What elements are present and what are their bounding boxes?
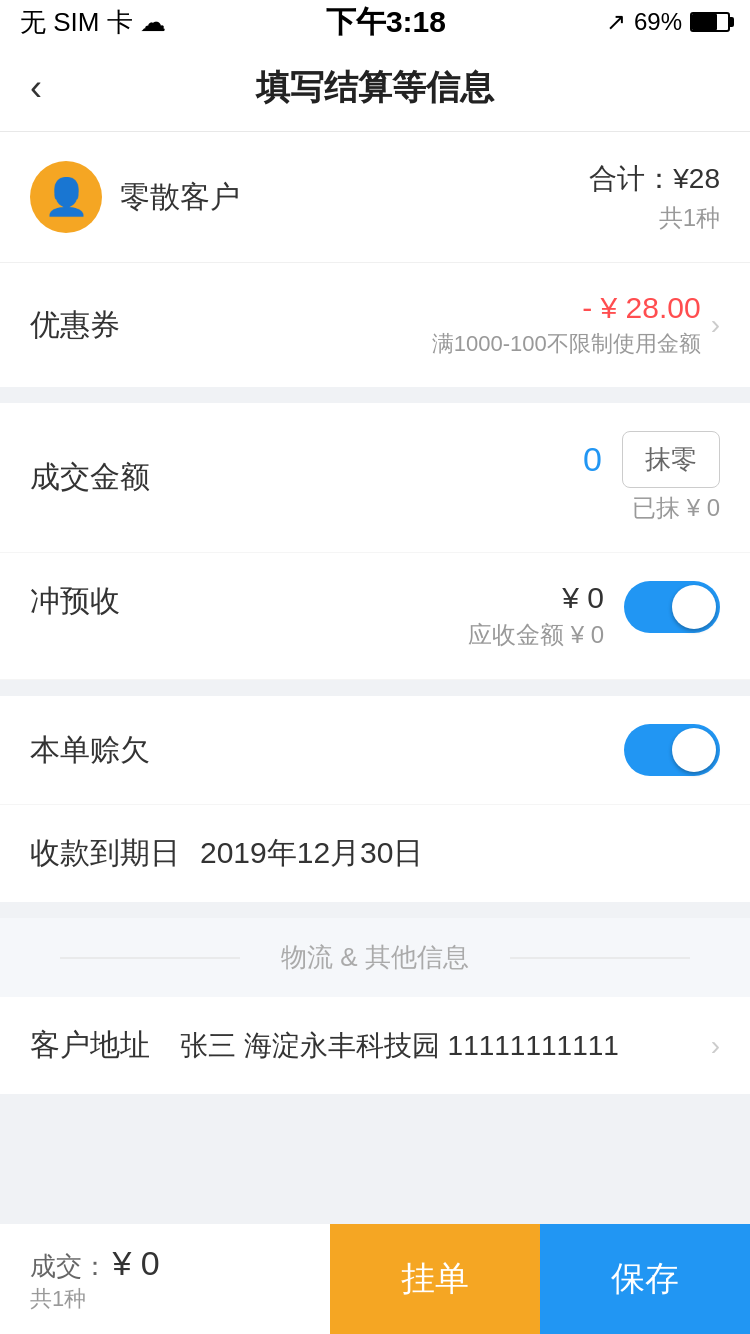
transaction-amount-label: 成交金额 <box>30 457 150 498</box>
customer-left: 👤 零散客户 <box>30 161 240 233</box>
debit-toggle[interactable] <box>624 724 720 776</box>
coupon-right: - ¥ 28.00 满1000-100不限制使用金额 › <box>432 291 720 359</box>
coupon-description: 满1000-100不限制使用金额 <box>432 329 701 359</box>
pre-receive-toggle[interactable] <box>624 581 720 633</box>
address-row[interactable]: 客户地址 张三 海淀永丰科技园 11111111111 › <box>0 997 750 1094</box>
debit-row: 本单赊欠 <box>0 696 750 804</box>
bottom-count: 共1种 <box>30 1284 300 1314</box>
transaction-section: 成交金额 0 抹零 已抹 ¥ 0 冲预收 ¥ 0 应收金额 ¥ 0 <box>0 403 750 680</box>
bottom-transaction-label: 成交： <box>30 1251 108 1281</box>
rounded-off-sub: 已抹 ¥ 0 <box>583 492 720 524</box>
status-left: 无 SIM 卡 ☁ <box>20 5 166 40</box>
chevron-right-icon: › <box>711 309 720 341</box>
pre-receive-label: 冲预收 <box>30 581 120 622</box>
receivable-amount: 应收金额 ¥ 0 <box>468 619 604 651</box>
status-right: ↗ 69% <box>606 8 730 36</box>
due-date-value[interactable]: 2019年12月30日 <box>200 833 423 874</box>
main-content: 👤 零散客户 合计：¥28 共1种 优惠券 - ¥ 28.00 满1000-10… <box>0 132 750 1334</box>
due-date-label: 收款到期日 <box>30 833 180 874</box>
page-title: 填写结算等信息 <box>256 65 494 111</box>
logistics-header: 物流 & 其他信息 <box>0 918 750 997</box>
due-date-row: 收款到期日 2019年12月30日 <box>0 804 750 902</box>
back-button[interactable]: ‹ <box>30 67 42 109</box>
debit-label: 本单赊欠 <box>30 730 150 771</box>
transaction-amount-value[interactable]: 0 <box>583 440 602 479</box>
bottom-bar: 成交： ¥ 0 共1种 挂单 保存 <box>0 1224 750 1334</box>
round-off-button[interactable]: 抹零 <box>622 431 720 488</box>
debit-section: 本单赊欠 收款到期日 2019年12月30日 <box>0 696 750 902</box>
battery-bar <box>690 12 730 32</box>
coupon-content: - ¥ 28.00 满1000-100不限制使用金额 <box>432 291 701 359</box>
customer-row: 👤 零散客户 合计：¥28 共1种 <box>0 132 750 262</box>
transaction-amount-row: 成交金额 0 抹零 已抹 ¥ 0 <box>0 403 750 553</box>
pre-receive-amount: ¥ 0 <box>468 581 604 615</box>
battery-icon: ↗ <box>606 8 626 36</box>
pre-receive-right: ¥ 0 应收金额 ¥ 0 <box>468 581 720 651</box>
customer-name: 零散客户 <box>120 177 240 218</box>
no-sim-text: 无 SIM 卡 ☁ <box>20 5 166 40</box>
customer-right: 合计：¥28 共1种 <box>589 160 720 234</box>
nav-bar: ‹ 填写结算等信息 <box>0 44 750 132</box>
logistics-header-text: 物流 & 其他信息 <box>281 942 469 972</box>
person-icon: 👤 <box>44 176 89 218</box>
address-label: 客户地址 <box>30 1025 150 1066</box>
pre-receive-row: 冲预收 ¥ 0 应收金额 ¥ 0 <box>0 553 750 680</box>
logistics-section: 物流 & 其他信息 客户地址 张三 海淀永丰科技园 11111111111 › <box>0 918 750 1094</box>
battery-percent: 69% <box>634 8 682 36</box>
avatar: 👤 <box>30 161 102 233</box>
save-button[interactable]: 保存 <box>540 1224 750 1334</box>
bottom-transaction-row: 成交： ¥ 0 <box>30 1244 300 1284</box>
status-bar: 无 SIM 卡 ☁ 下午3:18 ↗ 69% <box>0 0 750 44</box>
coupon-discount: - ¥ 28.00 <box>432 291 701 325</box>
address-value: 张三 海淀永丰科技园 11111111111 <box>180 1027 701 1065</box>
pre-receive-amounts: ¥ 0 应收金额 ¥ 0 <box>468 581 604 651</box>
coupon-row[interactable]: 优惠券 - ¥ 28.00 满1000-100不限制使用金额 › <box>0 262 750 387</box>
coupon-label: 优惠券 <box>30 305 120 346</box>
address-chevron-icon: › <box>711 1030 720 1062</box>
customer-total: 合计：¥28 <box>589 160 720 198</box>
transaction-amount-input-row: 0 抹零 <box>583 431 720 488</box>
bottom-info: 成交： ¥ 0 共1种 <box>0 1244 330 1314</box>
status-time: 下午3:18 <box>326 2 446 43</box>
transaction-amount-right: 0 抹零 已抹 ¥ 0 <box>583 431 720 524</box>
bottom-amount: ¥ 0 <box>112 1244 159 1282</box>
customer-section: 👤 零散客户 合计：¥28 共1种 优惠券 - ¥ 28.00 满1000-10… <box>0 132 750 387</box>
hold-button[interactable]: 挂单 <box>330 1224 540 1334</box>
customer-count: 共1种 <box>589 202 720 234</box>
